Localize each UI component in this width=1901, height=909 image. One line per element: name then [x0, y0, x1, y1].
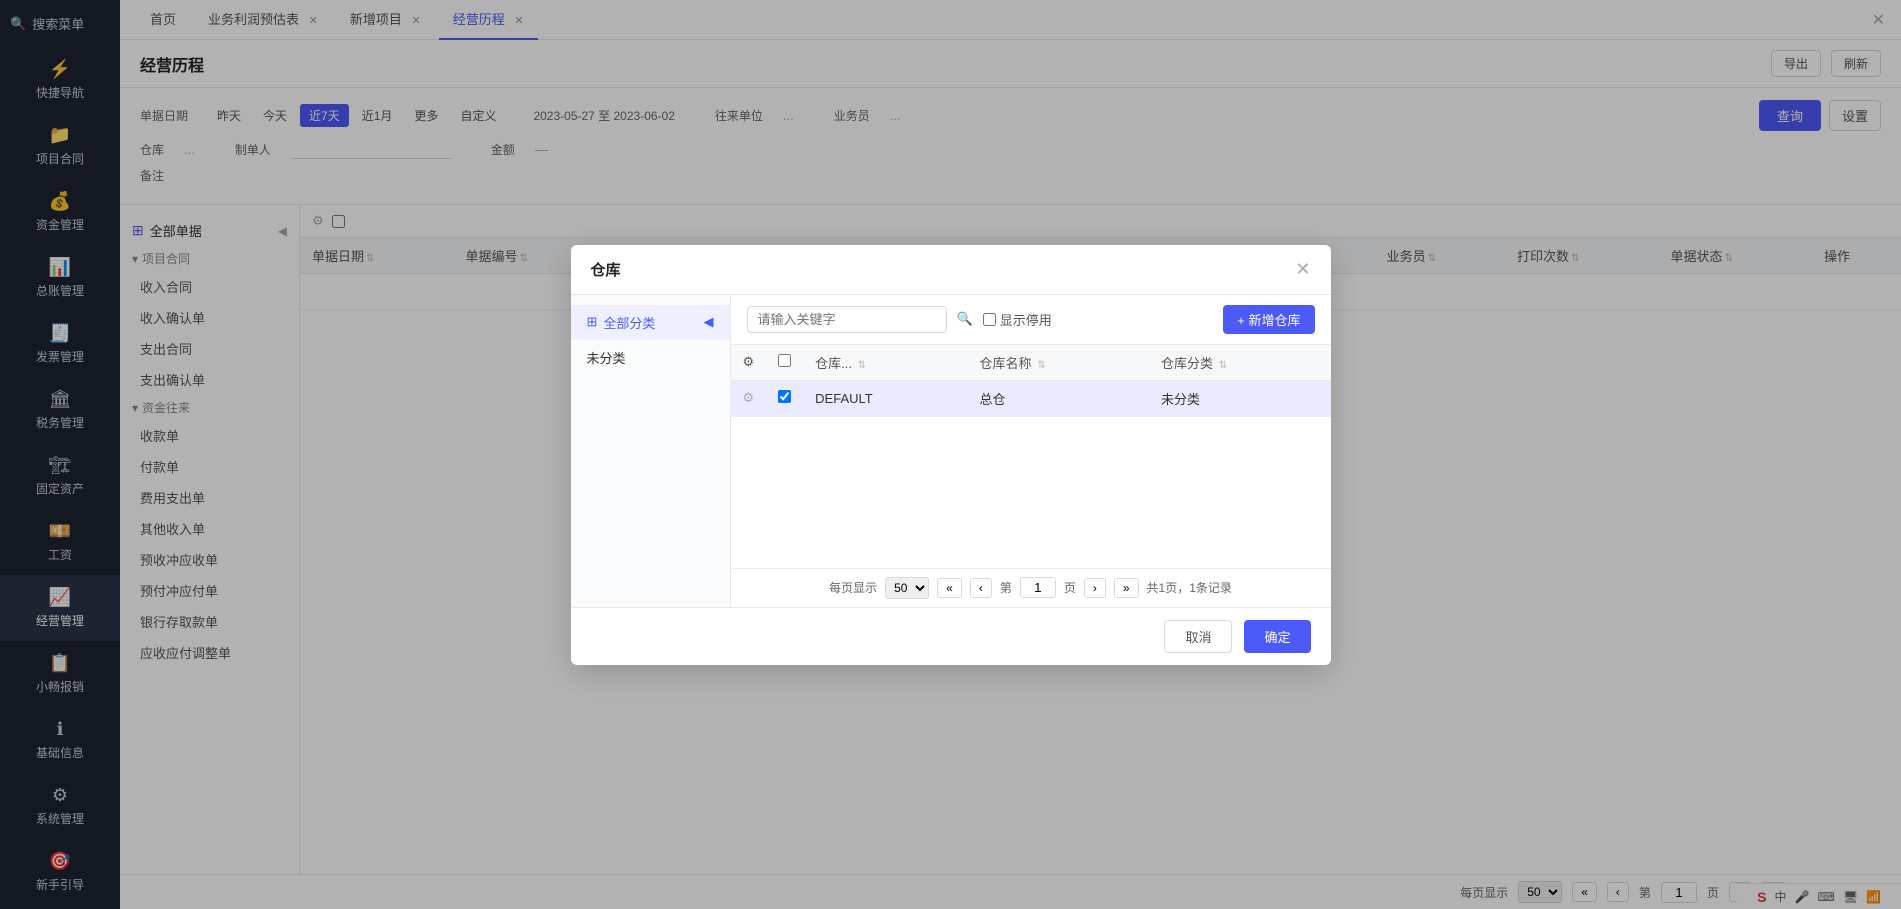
- modal-page-size-label: 每页显示: [829, 579, 877, 596]
- sort-icon[interactable]: ⇅: [858, 360, 866, 371]
- modal-table-area: ⚙ 仓库... ⇅ 仓库名称 ⇅ 仓库分类: [731, 345, 1331, 568]
- modal-page-input[interactable]: [1020, 577, 1056, 598]
- modal-col-category: 仓库分类 ⇅: [1149, 345, 1330, 381]
- modal-col-name: 仓库名称 ⇅: [968, 345, 1149, 381]
- row-category: 未分类: [1149, 380, 1330, 416]
- modal-col-check: [766, 345, 803, 381]
- row-name: 总仓: [968, 380, 1149, 416]
- modal-toolbar: 🔍 显示停用 + 新增仓库: [731, 295, 1331, 345]
- modal-header: 仓库 ✕: [571, 245, 1331, 295]
- row-gear[interactable]: ⚙: [731, 380, 767, 416]
- modal-table-row[interactable]: ⚙ DEFAULT 总仓 未分类: [731, 380, 1331, 416]
- modal-col-code: 仓库... ⇅: [803, 345, 967, 381]
- modal-left-tree: ⊞ 全部分类 ◀ 未分类: [571, 295, 731, 607]
- row-code: DEFAULT: [803, 380, 967, 416]
- modal-col-gear: ⚙: [731, 345, 767, 381]
- add-warehouse-button[interactable]: + 新增仓库: [1223, 305, 1314, 334]
- modal-tree-item-label: 全部分类: [603, 313, 655, 332]
- row-checkbox[interactable]: [778, 390, 791, 403]
- show-disabled-checkbox[interactable]: [983, 313, 996, 326]
- show-disabled-label[interactable]: 显示停用: [983, 310, 1052, 329]
- show-disabled-text: 显示停用: [1000, 310, 1052, 329]
- modal-page-label: 第: [1000, 579, 1012, 596]
- modal-tree-item-all[interactable]: ⊞ 全部分类 ◀: [571, 305, 730, 340]
- sort-icon[interactable]: ⇅: [1219, 360, 1227, 371]
- warehouse-modal: 仓库 ✕ ⊞ 全部分类 ◀ 未分类 🔍 显示停用 + 新增仓库: [571, 245, 1331, 665]
- modal-pagination: 每页显示 50 « ‹ 第 页 › » 共1页，1条记录: [731, 568, 1331, 607]
- row-check[interactable]: [766, 380, 803, 416]
- modal-page-prev[interactable]: ‹: [970, 578, 992, 598]
- modal-page-first[interactable]: «: [937, 578, 962, 598]
- grid-icon: ⊞: [587, 314, 598, 330]
- modal-confirm-button[interactable]: 确定: [1244, 620, 1310, 653]
- modal-right-area: 🔍 显示停用 + 新增仓库 ⚙ 仓库... ⇅: [731, 295, 1331, 607]
- sort-icon[interactable]: ⇅: [1037, 360, 1045, 371]
- modal-page-next[interactable]: ›: [1084, 578, 1106, 598]
- modal-select-all[interactable]: [778, 354, 791, 367]
- modal-page-suffix: 页: [1064, 579, 1076, 596]
- modal-page-size-select[interactable]: 50: [885, 577, 929, 599]
- modal-total-label: 共1页，1条记录: [1147, 579, 1232, 596]
- modal-data-table: ⚙ 仓库... ⇅ 仓库名称 ⇅ 仓库分类: [731, 345, 1331, 417]
- modal-body: ⊞ 全部分类 ◀ 未分类 🔍 显示停用 + 新增仓库: [571, 295, 1331, 607]
- modal-close-button[interactable]: ✕: [1295, 259, 1310, 280]
- modal-cancel-button[interactable]: 取消: [1164, 620, 1232, 653]
- modal-tree-item-uncategorized[interactable]: 未分类: [571, 340, 730, 375]
- modal-tree-item-label: 未分类: [587, 348, 626, 367]
- modal-search-btn[interactable]: 🔍: [957, 311, 973, 327]
- modal-collapse-btn[interactable]: ◀: [704, 314, 714, 330]
- modal-footer: 取消 确定: [571, 607, 1331, 665]
- modal-page-last[interactable]: »: [1114, 578, 1139, 598]
- modal-title: 仓库: [591, 259, 621, 280]
- modal-search-input[interactable]: [747, 306, 947, 333]
